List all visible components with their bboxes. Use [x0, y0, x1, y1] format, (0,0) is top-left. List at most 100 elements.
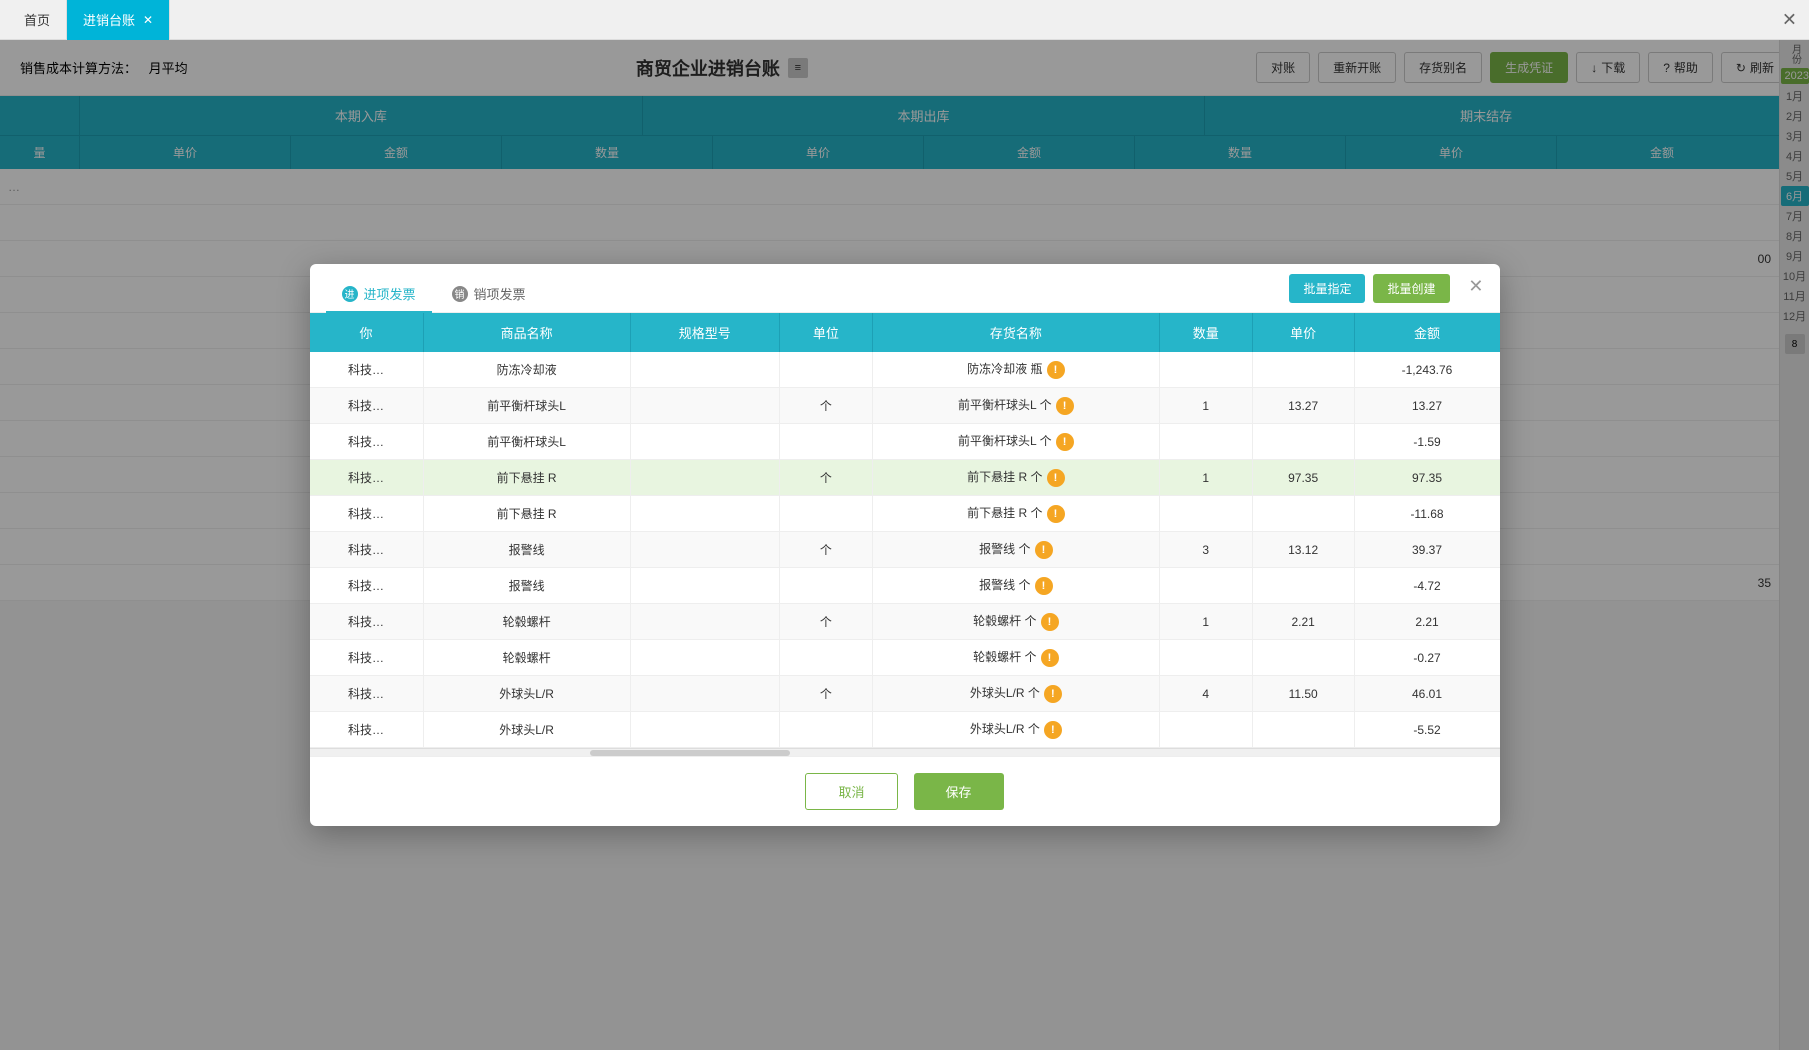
table-row: 科技… 外球头L/R 外球头L/R 个! -5.52	[310, 712, 1500, 748]
cell-amount: -1.59	[1354, 424, 1499, 460]
cell-amount: -5.52	[1354, 712, 1499, 748]
table-row: 科技… 报警线 报警线 个! -4.72	[310, 568, 1500, 604]
cell-supplier: 科技…	[310, 460, 424, 496]
cell-stock: 报警线 个!	[872, 568, 1159, 604]
cell-spec	[630, 388, 779, 424]
cell-product: 前平衡杆球头L	[423, 424, 630, 460]
tab-home[interactable]: 首页	[8, 0, 67, 40]
cell-supplier: 科技…	[310, 388, 424, 424]
warning-icon: !	[1047, 361, 1065, 379]
col-header-stock: 存货名称	[872, 313, 1159, 352]
cell-qty: 1	[1159, 604, 1252, 640]
warning-icon: !	[1056, 433, 1074, 451]
cell-amount: -0.27	[1354, 640, 1499, 676]
cell-product: 报警线	[423, 568, 630, 604]
cell-amount: 97.35	[1354, 460, 1499, 496]
cell-product: 外球头L/R	[423, 712, 630, 748]
modal-table: 你 商品名称 规格型号 单位 存货名称 数量 单价 金额 科技… 防冻冷却液	[310, 313, 1500, 748]
cell-qty	[1159, 424, 1252, 460]
modal-tab-in[interactable]: 进 进项发票	[326, 276, 432, 313]
cell-stock: 前平衡杆球头L 个!	[872, 424, 1159, 460]
cell-stock: 防冻冷却液 瓶!	[872, 352, 1159, 388]
cell-price	[1252, 352, 1354, 388]
warning-icon: !	[1041, 613, 1059, 631]
col-header-price: 单价	[1252, 313, 1354, 352]
cell-unit: 个	[779, 388, 872, 424]
table-row: 科技… 防冻冷却液 防冻冷却液 瓶! -1,243.76	[310, 352, 1500, 388]
table-row: 科技… 前平衡杆球头L 前平衡杆球头L 个! -1.59	[310, 424, 1500, 460]
table-row: 科技… 报警线 个 报警线 个! 3 13.12 39.37	[310, 532, 1500, 568]
cell-stock: 外球头L/R 个!	[872, 676, 1159, 712]
cell-unit	[779, 424, 872, 460]
modal-overlay: 进 进项发票 销 销项发票 批量指定 批量创建 ✕	[0, 40, 1809, 1050]
modal-scrollbar[interactable]	[310, 748, 1500, 756]
modal-table-wrap[interactable]: 你 商品名称 规格型号 单位 存货名称 数量 单价 金额 科技… 防冻冷却液	[310, 313, 1500, 748]
cell-stock: 前下悬挂 R 个!	[872, 496, 1159, 532]
cell-spec	[630, 532, 779, 568]
cell-qty	[1159, 496, 1252, 532]
modal: 进 进项发票 销 销项发票 批量指定 批量创建 ✕	[310, 264, 1500, 826]
cell-supplier: 科技…	[310, 568, 424, 604]
cell-price: 11.50	[1252, 676, 1354, 712]
batch-assign-button[interactable]: 批量指定	[1289, 274, 1365, 303]
col-header-spec: 规格型号	[630, 313, 779, 352]
cell-unit	[779, 352, 872, 388]
modal-close-icon[interactable]: ✕	[1468, 276, 1483, 297]
batch-create-button[interactable]: 批量创建	[1373, 274, 1449, 303]
cell-stock: 轮毂螺杆 个!	[872, 604, 1159, 640]
tab-bar: 首页 进销台账 ✕ ✕	[0, 0, 1809, 40]
cell-amount: -4.72	[1354, 568, 1499, 604]
save-button[interactable]: 保存	[914, 773, 1004, 810]
cell-supplier: 科技…	[310, 640, 424, 676]
cell-spec	[630, 352, 779, 388]
cell-unit	[779, 640, 872, 676]
warning-icon: !	[1047, 505, 1065, 523]
cell-spec	[630, 640, 779, 676]
col-header-amount: 金额	[1354, 313, 1499, 352]
table-row: 科技… 前下悬挂 R 个 前下悬挂 R 个! 1 97.35 97.35	[310, 460, 1500, 496]
cell-price: 13.27	[1252, 388, 1354, 424]
tab-ledger[interactable]: 进销台账 ✕	[67, 0, 170, 40]
col-header-product: 商品名称	[423, 313, 630, 352]
table-row: 科技… 前平衡杆球头L 个 前平衡杆球头L 个! 1 13.27 13.27	[310, 388, 1500, 424]
cell-spec	[630, 676, 779, 712]
warning-icon: !	[1035, 577, 1053, 595]
cell-stock: 轮毂螺杆 个!	[872, 640, 1159, 676]
cell-supplier: 科技…	[310, 532, 424, 568]
cell-qty	[1159, 568, 1252, 604]
cancel-button[interactable]: 取消	[805, 773, 897, 810]
cell-product: 防冻冷却液	[423, 352, 630, 388]
cell-amount: 13.27	[1354, 388, 1499, 424]
window-close-icon[interactable]: ✕	[1782, 9, 1797, 30]
cell-supplier: 科技…	[310, 424, 424, 460]
table-row: 科技… 外球头L/R 个 外球头L/R 个! 4 11.50 46.01	[310, 676, 1500, 712]
cell-qty: 3	[1159, 532, 1252, 568]
modal-tab-out[interactable]: 销 销项发票	[436, 276, 542, 313]
cell-price: 97.35	[1252, 460, 1354, 496]
cell-qty: 4	[1159, 676, 1252, 712]
cell-supplier: 科技…	[310, 604, 424, 640]
cell-price	[1252, 496, 1354, 532]
cell-product: 前平衡杆球头L	[423, 388, 630, 424]
cell-price: 2.21	[1252, 604, 1354, 640]
warning-icon: !	[1056, 397, 1074, 415]
tab-ledger-close[interactable]: ✕	[143, 13, 153, 27]
cell-qty: 1	[1159, 460, 1252, 496]
cell-spec	[630, 712, 779, 748]
cell-amount: -1,243.76	[1354, 352, 1499, 388]
cell-qty: 1	[1159, 388, 1252, 424]
cell-supplier: 科技…	[310, 712, 424, 748]
warning-icon: !	[1044, 685, 1062, 703]
cell-qty	[1159, 712, 1252, 748]
cell-amount: 46.01	[1354, 676, 1499, 712]
cell-product: 前下悬挂 R	[423, 460, 630, 496]
cell-unit	[779, 496, 872, 532]
cell-stock: 外球头L/R 个!	[872, 712, 1159, 748]
warning-icon: !	[1035, 541, 1053, 559]
cell-supplier: 科技…	[310, 496, 424, 532]
cell-product: 前下悬挂 R	[423, 496, 630, 532]
warning-icon: !	[1041, 649, 1059, 667]
cell-product: 报警线	[423, 532, 630, 568]
modal-footer: 取消 保存	[310, 756, 1500, 826]
cell-price	[1252, 712, 1354, 748]
